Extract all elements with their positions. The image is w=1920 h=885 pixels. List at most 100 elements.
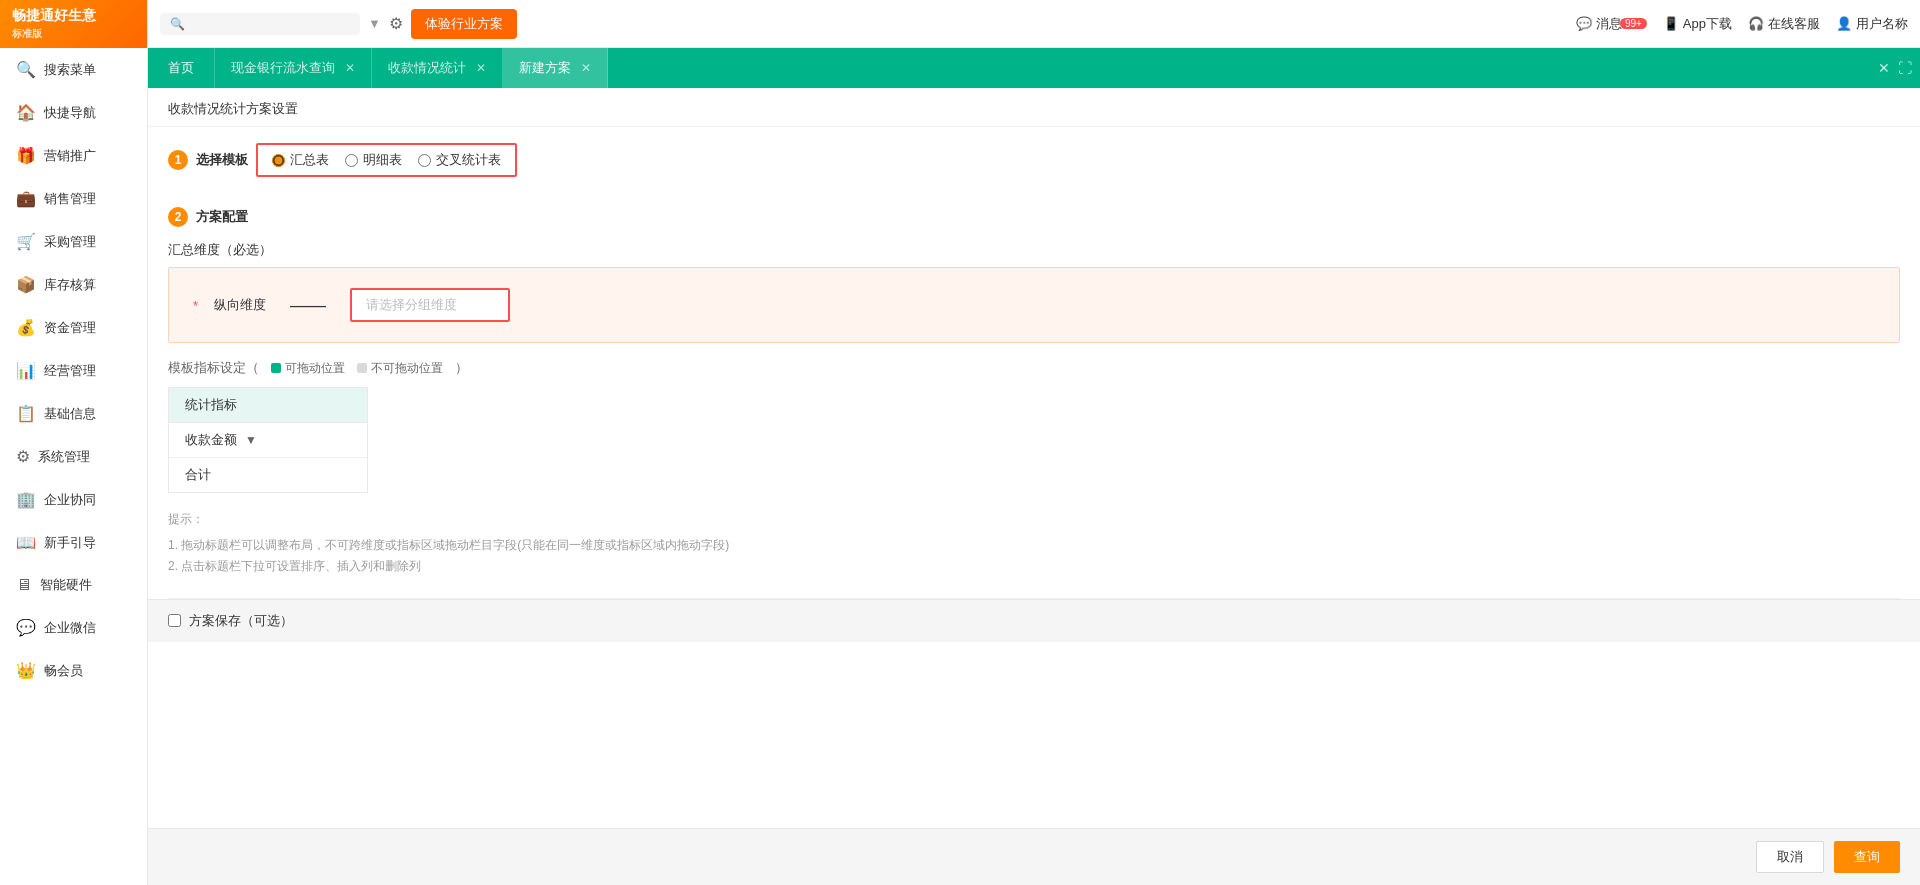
tab-new-plan-close[interactable]: ✕ (581, 61, 591, 75)
sidebar-item-purchase[interactable]: 🛒 采购管理 (0, 220, 147, 263)
radio-summary[interactable]: 汇总表 (272, 151, 329, 169)
step1-label: 选择模板 (196, 151, 248, 169)
sidebar-item-label-quick-nav: 快捷导航 (44, 104, 96, 122)
step1-title: 1 选择模板 汇总表 明细表 交叉统计表 (168, 143, 1900, 177)
metrics-table-header: 统计指标 (169, 388, 367, 423)
sidebar-item-quick-nav[interactable]: 🏠 快捷导航 (0, 91, 147, 134)
main-area: 🔍 ▼ ⚙ 体验行业方案 💬 消息 99+ 📱 App下载 🎧 在线客服 👤 用… (148, 0, 1920, 885)
sidebar-item-member[interactable]: 👑 畅会员 (0, 649, 147, 692)
metrics-row-0: 收款金额 ▼ (169, 423, 367, 458)
enterprise-collab-icon: 🏢 (16, 490, 36, 509)
sidebar-item-system[interactable]: ⚙ 系统管理 (0, 435, 147, 478)
radio-detail-input[interactable] (345, 154, 358, 167)
sidebar-item-funds[interactable]: 💰 资金管理 (0, 306, 147, 349)
sidebar-item-enterprise-collab[interactable]: 🏢 企业协同 (0, 478, 147, 521)
user-icon: 👤 (1836, 16, 1852, 31)
sidebar-item-search-menu[interactable]: 🔍 搜索菜单 (0, 48, 147, 91)
step2-title: 2 方案配置 (168, 207, 1900, 227)
step2-label: 方案配置 (196, 208, 248, 226)
member-icon: 👑 (16, 661, 36, 680)
topbar-search-box[interactable]: 🔍 (160, 13, 360, 35)
sidebar-item-label-purchase: 采购管理 (44, 233, 96, 251)
dimension-select-placeholder: 请选择分组维度 (366, 297, 457, 312)
sidebar-item-label-smart-hardware: 智能硬件 (40, 576, 92, 594)
tip1: 1. 拖动标题栏可以调整布局，不可跨维度或指标区域拖动栏目字段(只能在同一维度或… (168, 535, 1900, 557)
beginner-guide-icon: 📖 (16, 533, 36, 552)
radio-crosstab-input[interactable] (418, 154, 431, 167)
radio-crosstab-label: 交叉统计表 (436, 151, 501, 169)
sidebar-item-label-sales: 销售管理 (44, 190, 96, 208)
user-avatar[interactable]: 👤 用户名称 (1836, 15, 1908, 33)
marketing-icon: 🎁 (16, 146, 36, 165)
sidebar-item-operations[interactable]: 📊 经营管理 (0, 349, 147, 392)
support-btn[interactable]: 🎧 在线客服 (1748, 15, 1820, 33)
draggable-label: 可拖动位置 (285, 360, 345, 377)
tab-bank-flow-close[interactable]: ✕ (345, 61, 355, 75)
sidebar-item-label-inventory: 库存核算 (44, 276, 96, 294)
draggable-indicator: 可拖动位置 (271, 360, 345, 377)
topbar-settings-icon[interactable]: ⚙ (389, 14, 403, 33)
step2-section: 2 方案配置 汇总维度（必选） * 纵向维度 —— 请选择分组维度 (148, 207, 1920, 509)
funds-icon: 💰 (16, 318, 36, 337)
sidebar-item-label-funds: 资金管理 (44, 319, 96, 337)
system-icon: ⚙ (16, 447, 30, 466)
radio-crosstab[interactable]: 交叉统计表 (418, 151, 501, 169)
smart-hardware-icon: 🖥 (16, 576, 32, 594)
sidebar: 畅捷通好生意 标准版 🔍 搜索菜单 🏠 快捷导航 🎁 营销推广 💼 销售管理 🛒… (0, 0, 148, 885)
sidebar-item-beginner-guide[interactable]: 📖 新手引导 (0, 521, 147, 564)
save-checkbox[interactable] (168, 614, 181, 627)
tab-new-plan[interactable]: 新建方案 ✕ (503, 48, 608, 88)
enterprise-wechat-icon: 💬 (16, 618, 36, 637)
non-draggable-label: 不可拖动位置 (371, 360, 443, 377)
tip-label: 提示： (168, 509, 1900, 531)
tab-receipt-stats[interactable]: 收款情况统计 ✕ (372, 48, 503, 88)
tip2: 2. 点击标题栏下拉可设置排序、插入列和删除列 (168, 556, 1900, 578)
radio-detail[interactable]: 明细表 (345, 151, 402, 169)
sidebar-item-marketing[interactable]: 🎁 营销推广 (0, 134, 147, 177)
tab-new-plan-label: 新建方案 (519, 59, 571, 77)
sidebar-item-smart-hardware[interactable]: 🖥 智能硬件 (0, 564, 147, 606)
metrics-dropdown-0[interactable]: ▼ (245, 433, 257, 447)
step1-num: 1 (168, 150, 188, 170)
radio-detail-label: 明细表 (363, 151, 402, 169)
non-draggable-indicator: 不可拖动位置 (357, 360, 443, 377)
sidebar-logo: 畅捷通好生意 标准版 (0, 0, 147, 48)
dimension-field-label: 纵向维度 (214, 296, 266, 314)
sidebar-item-label-beginner-guide: 新手引导 (44, 534, 96, 552)
tab-receipt-stats-close[interactable]: ✕ (476, 61, 486, 75)
download-icon: 📱 (1663, 16, 1679, 31)
sidebar-item-enterprise-wechat[interactable]: 💬 企业微信 (0, 606, 147, 649)
tab-fullscreen-icon[interactable]: ⛶ (1898, 60, 1912, 76)
tab-home[interactable]: 首页 (148, 48, 215, 88)
tab-bank-flow[interactable]: 现金银行流水查询 ✕ (215, 48, 372, 88)
dimension-arrow: —— (290, 295, 326, 316)
page-title: 收款情况统计方案设置 (168, 101, 298, 116)
query-button[interactable]: 查询 (1834, 841, 1900, 873)
step1-section: 1 选择模板 汇总表 明细表 交叉统计表 (148, 127, 1920, 207)
sidebar-item-label-member: 畅会员 (44, 662, 83, 680)
industry-btn[interactable]: 体验行业方案 (411, 9, 517, 39)
sidebar-item-sales[interactable]: 💼 销售管理 (0, 177, 147, 220)
sidebar-item-inventory[interactable]: 📦 库存核算 (0, 263, 147, 306)
sidebar-item-label-enterprise-wechat: 企业微信 (44, 619, 96, 637)
purchase-icon: 🛒 (16, 232, 36, 251)
metrics-label-end: ） (455, 359, 468, 377)
message-badge: 99+ (1620, 18, 1647, 29)
cancel-button[interactable]: 取消 (1756, 841, 1824, 873)
metrics-row-label-1: 合计 (185, 466, 211, 484)
sidebar-item-label-system: 系统管理 (38, 448, 90, 466)
non-draggable-dot (357, 363, 367, 373)
dimension-required-mark: * (193, 298, 198, 313)
download-btn[interactable]: 📱 App下载 (1663, 15, 1732, 33)
metrics-label-row: 模板指标设定（ 可拖动位置 不可拖动位置 ） (168, 359, 1900, 377)
topbar-dropdown-icon[interactable]: ▼ (368, 16, 381, 31)
sidebar-item-basic-info[interactable]: 📋 基础信息 (0, 392, 147, 435)
tab-close-all-icon[interactable]: ✕ (1878, 60, 1890, 76)
message-btn[interactable]: 💬 消息 99+ (1576, 15, 1647, 33)
tips-section: 提示： 1. 拖动标题栏可以调整布局，不可跨维度或指标区域拖动栏目字段(只能在同… (148, 509, 1920, 598)
support-label: 在线客服 (1768, 15, 1820, 33)
radio-summary-input[interactable] (272, 154, 285, 167)
sidebar-item-label-basic-info: 基础信息 (44, 405, 96, 423)
dimension-select[interactable]: 请选择分组维度 (350, 288, 510, 322)
message-label: 消息 (1596, 15, 1622, 33)
